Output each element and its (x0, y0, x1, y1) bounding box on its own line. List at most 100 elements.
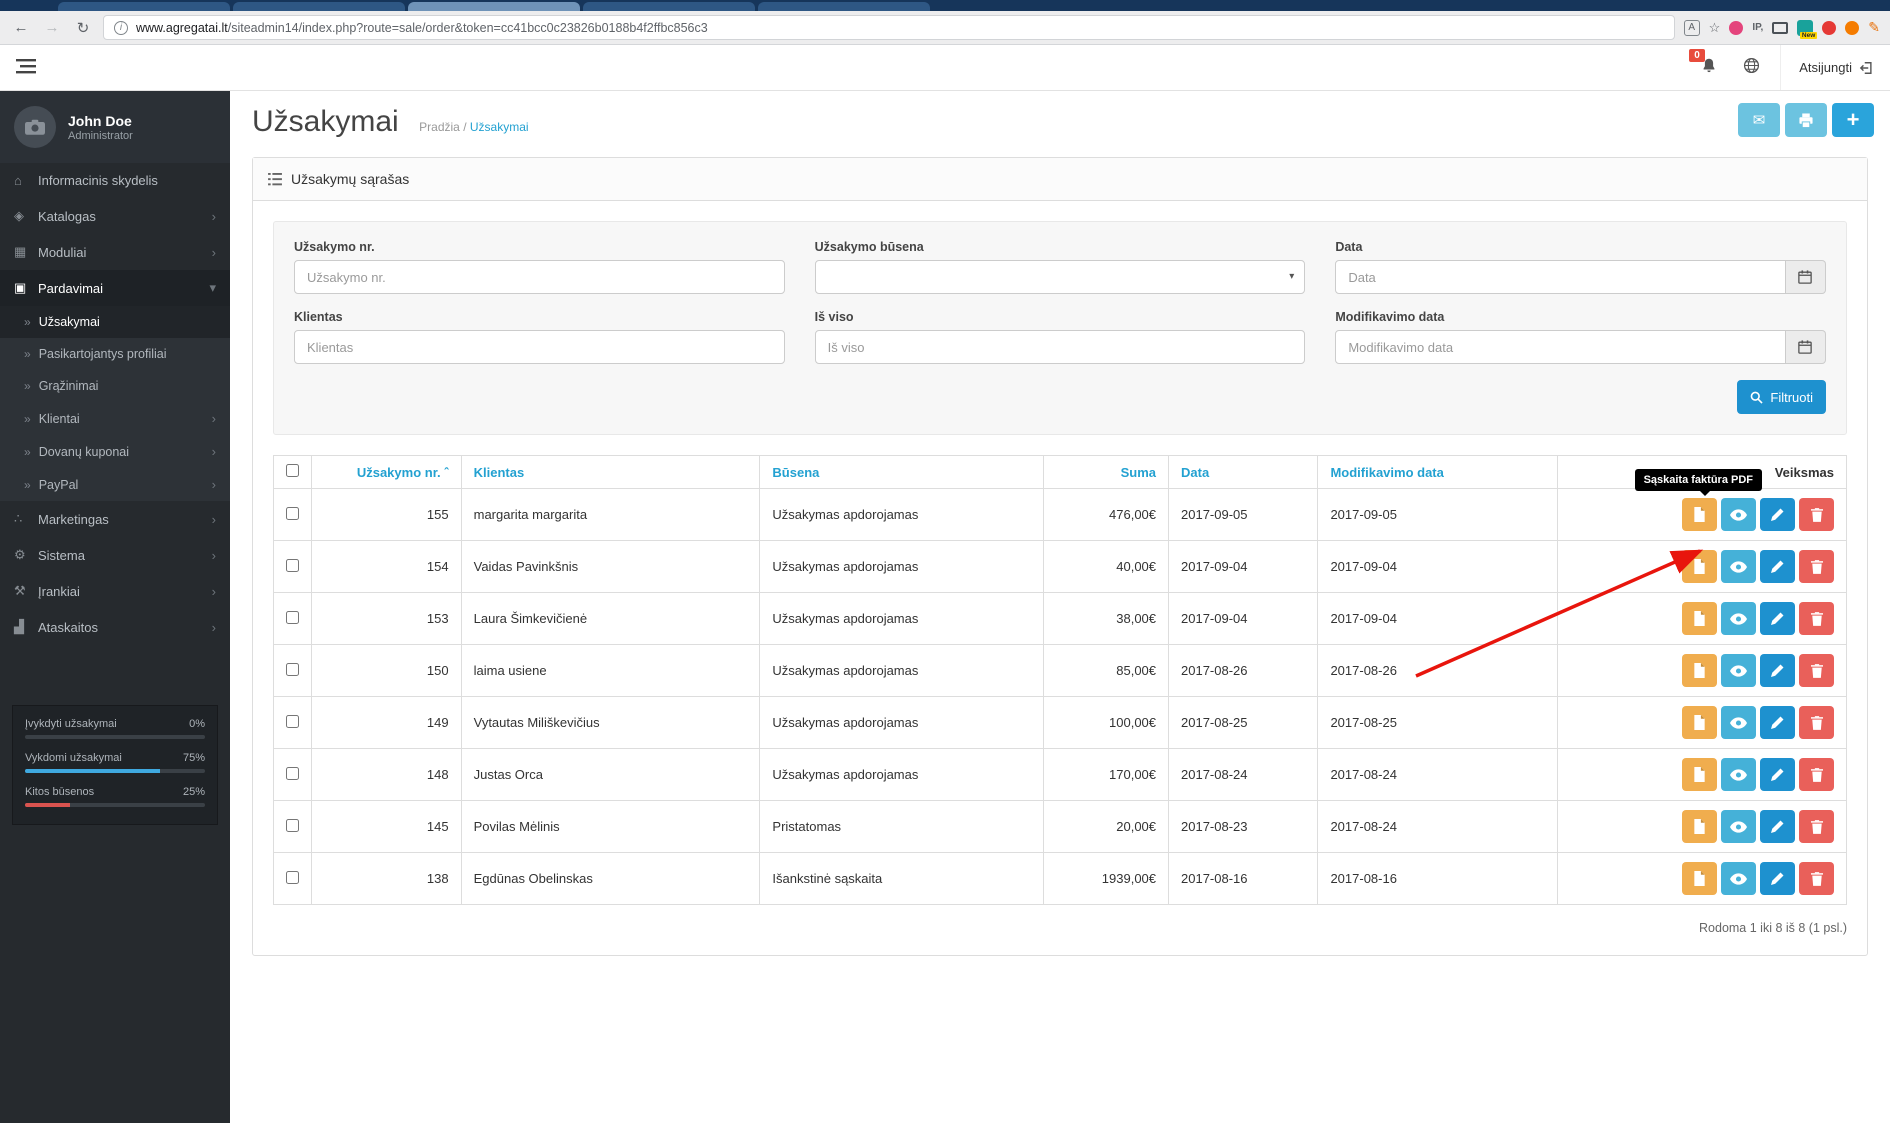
extension-icon-new[interactable]: New (1797, 19, 1818, 39)
edit-order-button[interactable] (1760, 862, 1795, 895)
row-checkbox[interactable] (286, 558, 299, 572)
delete-order-button[interactable] (1799, 498, 1834, 531)
browser-tab[interactable] (233, 2, 405, 11)
sort-order-number[interactable]: Užsakymo nr. ˆ (357, 465, 449, 480)
print-invoice-button[interactable]: ✉ (1738, 103, 1780, 137)
edit-order-button[interactable] (1760, 810, 1795, 843)
sort-date[interactable]: Data (1181, 465, 1209, 480)
pencil-extension-icon[interactable]: ✎ (1868, 19, 1880, 36)
sidebar-item-reports[interactable]: ▟ Ataskaitos › (0, 609, 230, 645)
language-button[interactable] (1743, 57, 1760, 79)
back-button[interactable]: ← (10, 19, 32, 36)
invoice-pdf-button[interactable] (1682, 602, 1717, 635)
reload-button[interactable]: ↻ (72, 19, 94, 37)
invoice-pdf-button[interactable] (1682, 550, 1717, 583)
breadcrumb-home[interactable]: Pradžia (419, 120, 460, 134)
add-order-button[interactable]: + (1832, 103, 1874, 137)
sidebar-subitem-gift-vouchers[interactable]: » Dovanų kuponai › (0, 435, 230, 468)
sidebar-subitem-customers[interactable]: » Klientai › (0, 402, 230, 435)
edit-order-button[interactable] (1760, 706, 1795, 739)
view-order-button[interactable] (1721, 706, 1756, 739)
edit-order-button[interactable] (1760, 602, 1795, 635)
print-shipping-button[interactable] (1785, 103, 1827, 137)
view-order-button[interactable] (1721, 758, 1756, 791)
forward-button[interactable]: → (41, 19, 63, 36)
orange-extension-icon[interactable] (1845, 20, 1860, 35)
red-extension-icon[interactable] (1822, 20, 1837, 35)
row-checkbox[interactable] (286, 714, 299, 728)
invoice-pdf-button[interactable] (1682, 862, 1717, 895)
invoice-pdf-button[interactable] (1682, 654, 1717, 687)
sidebar-subitem-recurring-profiles[interactable]: » Pasikartojantys profiliai (0, 338, 230, 370)
delete-order-button[interactable] (1799, 550, 1834, 583)
trash-icon (1810, 559, 1823, 574)
row-checkbox[interactable] (286, 870, 299, 884)
delete-order-button[interactable] (1799, 706, 1834, 739)
delete-order-button[interactable] (1799, 810, 1834, 843)
order-number-filter-input[interactable] (294, 260, 785, 294)
sidebar-subitem-paypal[interactable]: » PayPal › (0, 468, 230, 501)
browser-tab[interactable] (758, 2, 930, 11)
order-status-filter-select[interactable] (814, 260, 1306, 294)
ip-extension-badge[interactable]: IP, (1752, 22, 1763, 33)
select-all-checkbox[interactable] (286, 464, 299, 477)
sort-total[interactable]: Suma (1121, 465, 1156, 480)
globe-icon (1744, 57, 1760, 73)
sort-customer[interactable]: Klientas (474, 465, 525, 480)
date-filter-input[interactable] (1335, 260, 1786, 294)
sidebar-item-sales[interactable]: ▣ Pardavimai ▾ (0, 270, 230, 306)
sidebar-item-modules[interactable]: ▦ Moduliai › (0, 234, 230, 270)
invoice-pdf-button[interactable] (1682, 758, 1717, 791)
customer-filter-input[interactable] (294, 330, 785, 364)
sidebar-item-system[interactable]: ⚙ Sistema › (0, 537, 230, 573)
sidebar-item-catalog[interactable]: ◈ Katalogas › (0, 198, 230, 234)
sort-status[interactable]: Būsena (772, 465, 819, 480)
invoice-pdf-button[interactable] (1682, 706, 1717, 739)
row-checkbox[interactable] (286, 506, 299, 520)
total-filter-input[interactable] (814, 330, 1306, 364)
breadcrumb-current[interactable]: Užsakymai (470, 120, 529, 134)
sidebar-subitem-returns[interactable]: » Grąžinimai (0, 370, 230, 402)
modified-filter-input[interactable] (1335, 330, 1786, 364)
bookmark-star-icon[interactable]: ☆ (1709, 20, 1721, 36)
sidebar-subitem-orders[interactable]: » Užsakymai (0, 306, 230, 338)
sort-modified[interactable]: Modifikavimo data (1330, 465, 1443, 480)
row-checkbox[interactable] (286, 766, 299, 780)
browser-tab-active[interactable] (408, 2, 580, 11)
filter-button[interactable]: Filtruoti (1737, 380, 1826, 414)
sidebar-item-dashboard[interactable]: ⌂ Informacinis skydelis (0, 163, 230, 198)
sidebar-item-tools[interactable]: ⚒ Įrankiai › (0, 573, 230, 609)
view-order-button[interactable] (1721, 602, 1756, 635)
view-order-button[interactable] (1721, 654, 1756, 687)
translate-icon[interactable]: A (1683, 19, 1700, 36)
delete-order-button[interactable] (1799, 758, 1834, 791)
edit-order-button[interactable] (1760, 498, 1795, 531)
delete-order-button[interactable] (1799, 862, 1834, 895)
sidebar-item-marketing[interactable]: ∴ Marketingas › (0, 501, 230, 537)
notifications-button[interactable]: 0 (1689, 48, 1723, 83)
edit-order-button[interactable] (1760, 758, 1795, 791)
row-checkbox[interactable] (286, 818, 299, 832)
page-info-icon[interactable]: i (114, 20, 128, 35)
menu-toggle-button[interactable] (16, 58, 36, 77)
delete-order-button[interactable] (1799, 602, 1834, 635)
browser-tab[interactable] (583, 2, 755, 11)
logout-button[interactable]: Atsijungti (1780, 45, 1874, 90)
view-order-button[interactable] (1721, 498, 1756, 531)
calendar-button[interactable] (1785, 260, 1826, 294)
view-order-button[interactable] (1721, 550, 1756, 583)
row-checkbox[interactable] (286, 610, 299, 624)
invoice-pdf-button[interactable] (1682, 498, 1717, 531)
eyedropper-extension-icon[interactable] (1729, 20, 1744, 35)
calendar-button[interactable] (1785, 330, 1826, 364)
view-order-button[interactable] (1721, 810, 1756, 843)
browser-tab[interactable] (58, 2, 230, 11)
view-order-button[interactable] (1721, 862, 1756, 895)
edit-order-button[interactable] (1760, 550, 1795, 583)
url-bar[interactable]: i www.agregatai.lt/siteadmin14/index.php… (103, 15, 1675, 40)
edit-order-button[interactable] (1760, 654, 1795, 687)
delete-order-button[interactable] (1799, 654, 1834, 687)
invoice-pdf-button[interactable] (1682, 810, 1717, 843)
display-extension-icon[interactable] (1772, 21, 1789, 34)
row-checkbox[interactable] (286, 662, 299, 676)
